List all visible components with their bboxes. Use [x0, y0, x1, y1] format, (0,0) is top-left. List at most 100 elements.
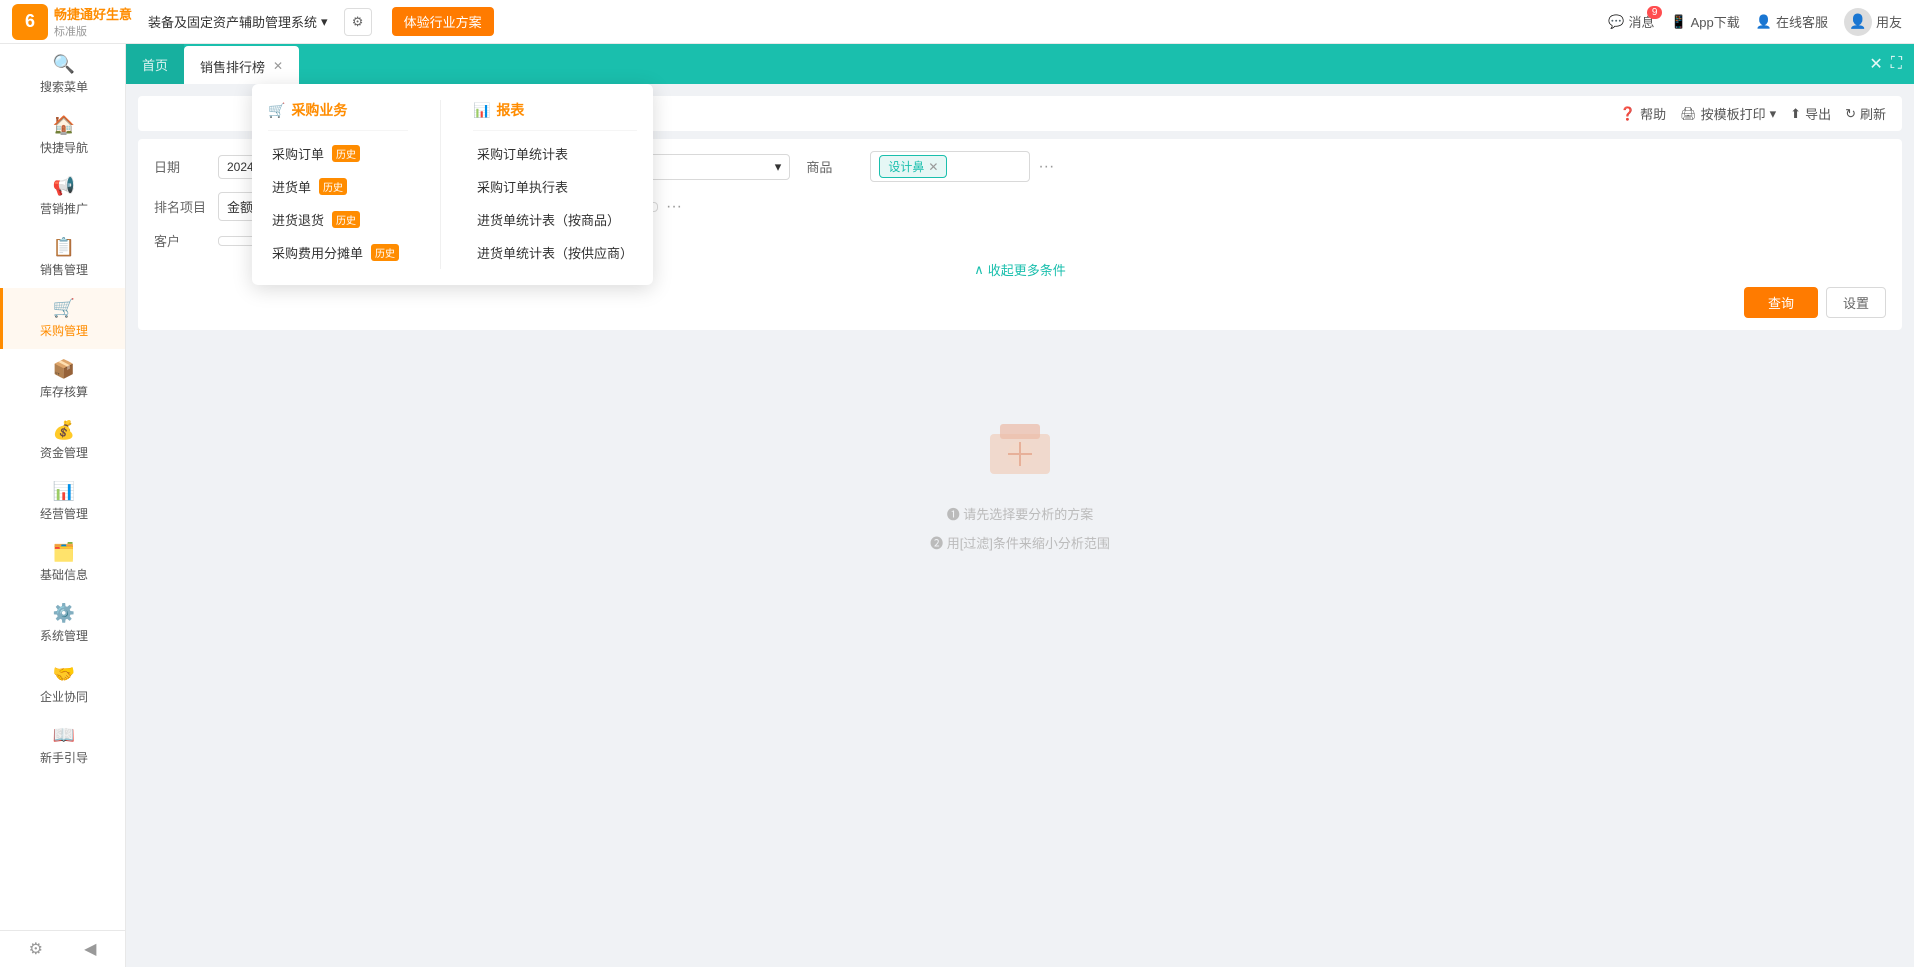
sidebar-item-search[interactable]: 🔍搜索菜单: [0, 44, 125, 105]
history-badge: 历史: [332, 145, 360, 162]
dropdown-item-进货单统计表（按商品）[interactable]: 进货单统计表（按商品）: [473, 203, 637, 236]
logo-main: 畅捷通好生意: [54, 4, 132, 23]
sidebar-icon-basic: 🗂️: [53, 542, 75, 563]
sidebar-icon-quick: 🏠: [53, 115, 75, 136]
print-arrow-icon: ▾: [1770, 106, 1777, 122]
help-button[interactable]: ❓ 帮助: [1620, 104, 1666, 123]
sidebar-item-finance[interactable]: 💰资金管理: [0, 410, 125, 471]
sidebar-label-operation: 经营管理: [40, 505, 88, 522]
export-button[interactable]: ⬆ 导出: [1790, 104, 1831, 123]
dropdown-col2: 📊 报表 采购订单统计表采购订单执行表进货单统计表（按商品）进货单统计表（按供应…: [473, 100, 637, 269]
set-button[interactable]: 设置: [1826, 287, 1886, 318]
sidebar-item-quick[interactable]: 🏠 快捷导航: [0, 105, 125, 166]
dropdown-item-采购订单统计表[interactable]: 采购订单统计表: [473, 137, 637, 170]
dropdown-col1: 🛒 采购业务 采购订单历史进货单历史进货退货历史采购费用分摊单历史: [268, 100, 408, 269]
service-icon: 👤: [1756, 14, 1772, 30]
sidebar-settings-icon[interactable]: ⚙: [29, 939, 43, 959]
sidebar-item-system[interactable]: ⚙️ 系统管理: [0, 593, 125, 654]
sidebar-item-purchase[interactable]: 🛒采购管理: [0, 288, 125, 349]
online-service-label: 在线客服: [1776, 12, 1828, 31]
sidebar-icon-system: ⚙️: [53, 603, 75, 624]
sidebar-item-basic[interactable]: 🗂️基础信息: [0, 532, 125, 593]
goods-tag-text: 设计鼻: [888, 158, 924, 175]
sidebar-icon-enterprise: 🤝: [53, 664, 75, 685]
system-name-area: 装备及固定资产辅助管理系统 ▾ ⚙ 体验行业方案: [148, 7, 1608, 36]
print-label: 按模板打印: [1701, 104, 1766, 123]
refresh-button[interactable]: ↻ 刷新: [1845, 104, 1886, 123]
dropdown-item-进货退货[interactable]: 进货退货历史: [268, 203, 408, 236]
tab-fullscreen-icon[interactable]: ⛶: [1891, 55, 1902, 73]
tab-bar-right: ✕ ⛶: [1869, 54, 1914, 74]
goods-tag-close[interactable]: ✕: [928, 160, 938, 174]
print-button[interactable]: 🖨 按模板打印 ▾: [1680, 104, 1776, 123]
filter-actions: 查询 设置: [154, 287, 1886, 318]
history-badge: 历史: [319, 178, 347, 195]
industry-button[interactable]: 体验行业方案: [392, 7, 494, 36]
tab-home-label: 首页: [142, 55, 168, 74]
collapse-button[interactable]: ∧ 收起更多条件: [974, 260, 1066, 279]
dropdown-item-进货单[interactable]: 进货单历史: [268, 170, 408, 203]
sidebar-item-sales[interactable]: 📋销售管理: [0, 227, 125, 288]
rank-value: 金额: [227, 197, 253, 216]
dropdown-item-采购订单[interactable]: 采购订单历史: [268, 137, 408, 170]
tab-close-all-icon[interactable]: ✕: [1869, 54, 1882, 74]
sidebar-label-system: 系统管理: [40, 627, 88, 644]
salesperson-more-icon[interactable]: ···: [666, 198, 682, 216]
sidebar: 🔍搜索菜单 🏠 快捷导航 📢营销推广📋销售管理🛒采购管理📦库存核算💰资金管理📊经营管理…: [0, 44, 126, 967]
content-area: 首页 销售排行榜 ✕ ✕ ⛶ ❓ 帮助: [126, 44, 1914, 967]
sidebar-icon-marketing: 📢: [53, 176, 75, 197]
top-logo: 6 畅捷通好生意 标准版: [12, 4, 132, 40]
dropdown-item-label: 采购费用分摊单: [272, 243, 363, 262]
goods-field: 商品 设计鼻 ✕ ···: [806, 151, 1054, 182]
purchase-header-label: 采购业务: [291, 100, 347, 120]
dropdown-item-label: 采购订单统计表: [477, 144, 568, 163]
logo-icon: 6: [12, 4, 48, 40]
sidebar-item-guide[interactable]: 📖新手引导: [0, 715, 125, 776]
sidebar-item-enterprise[interactable]: 🤝 企业协同: [0, 654, 125, 715]
online-service-button[interactable]: 👤 在线客服: [1756, 12, 1828, 31]
sidebar-item-operation[interactable]: 📊经营管理: [0, 471, 125, 532]
sidebar-collapse-icon[interactable]: ◀: [84, 939, 96, 959]
sidebar-item-inventory[interactable]: 📦库存核算: [0, 349, 125, 410]
tab-home[interactable]: 首页: [126, 44, 184, 84]
app-download-label: App下载: [1691, 12, 1740, 31]
gear-button[interactable]: ⚙: [344, 8, 372, 36]
sidebar-label-quick: 快捷导航: [40, 139, 88, 156]
dropdown-item-采购费用分摊单[interactable]: 采购费用分摊单历史: [268, 236, 408, 269]
sidebar-label-search: 搜索菜单: [40, 78, 88, 95]
purchase-header-icon: 🛒: [268, 102, 285, 119]
dropdown-item-label: 进货单统计表（按商品）: [477, 210, 620, 229]
tab-sales-rank[interactable]: 销售排行榜 ✕: [184, 46, 299, 86]
dropdown-item-采购订单执行表[interactable]: 采购订单执行表: [473, 170, 637, 203]
user-area[interactable]: 👤 用友: [1844, 8, 1902, 36]
dropdown-item-label: 进货退货: [272, 210, 324, 229]
goods-select[interactable]: 设计鼻 ✕: [870, 151, 1030, 182]
dropdown-item-label: 采购订单执行表: [477, 177, 568, 196]
dropdown-item-进货单统计表（按供应商）[interactable]: 进货单统计表（按供应商）: [473, 236, 637, 269]
sidebar-icon-sales: 📋: [53, 237, 75, 258]
system-name-dropdown[interactable]: 装备及固定资产辅助管理系统 ▾: [148, 12, 328, 31]
empty-line2: ❷ 用[过滤]条件来缩小分析范围: [930, 533, 1110, 552]
purchase-dropdown: 🛒 采购业务 采购订单历史进货单历史进货退货历史采购费用分摊单历史 📊 报表 采…: [252, 84, 653, 285]
message-button[interactable]: 💬 消息 9: [1608, 12, 1654, 31]
goods-more-icon[interactable]: ···: [1038, 158, 1054, 176]
sidebar-icon-purchase: 🛒: [53, 298, 75, 319]
collapse-up-icon: ∧: [974, 262, 984, 278]
sidebar-label-guide: 新手引导: [40, 749, 88, 766]
app-download-button[interactable]: 📱 App下载: [1670, 12, 1739, 31]
report-header-icon: 📊: [473, 102, 490, 119]
phone-icon: 📱: [1670, 14, 1686, 30]
sidebar-icon-finance: 💰: [53, 420, 75, 441]
system-name-text: 装备及固定资产辅助管理系统: [148, 12, 317, 31]
query-button[interactable]: 查询: [1744, 287, 1818, 318]
dropdown-item-label: 采购订单: [272, 144, 324, 163]
empty-line1: ❶ 请先选择要分析的方案: [947, 504, 1094, 523]
customer-label: 客户: [154, 231, 210, 250]
tab-close-icon[interactable]: ✕: [273, 59, 283, 73]
print-icon: 🖨: [1680, 106, 1697, 122]
top-right-area: 💬 消息 9 📱 App下载 👤 在线客服 👤 用友: [1608, 8, 1902, 36]
message-icon: 💬: [1608, 14, 1624, 30]
dropdown-col1-header: 🛒 采购业务: [268, 100, 408, 131]
sidebar-label-enterprise: 企业协同: [40, 688, 88, 705]
sidebar-item-marketing[interactable]: 📢营销推广: [0, 166, 125, 227]
